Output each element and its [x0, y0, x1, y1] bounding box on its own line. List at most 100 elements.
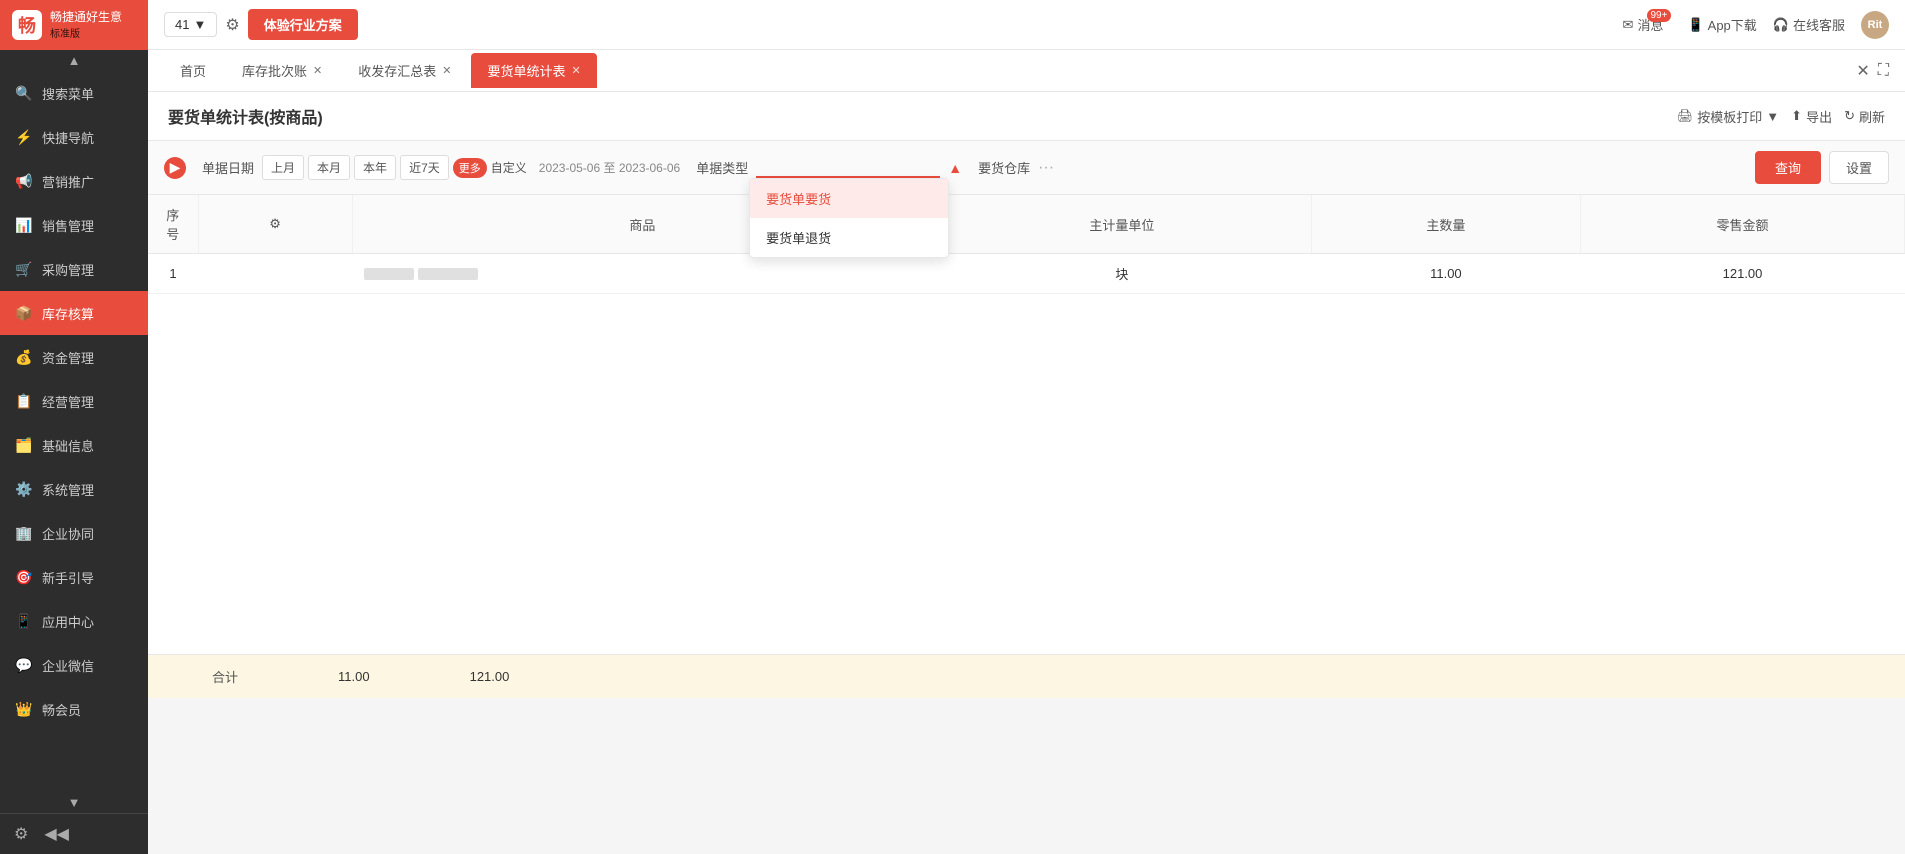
filter-date-custom[interactable]: 自定义 [491, 159, 527, 176]
collapse-icon[interactable]: ◀◀ [44, 824, 69, 844]
topbar-right: ✉ 消息 99+ 📱 App下载 🎧 在线客服 Rit [1623, 11, 1889, 39]
filter-date-this-year[interactable]: 本年 [354, 155, 396, 180]
page-actions: 🖨 按模板打印 ▼ ⬆ 导出 ↻ 刷新 [1677, 107, 1885, 126]
sidebar: 畅 畅捷通好生意 标准版 ▲ 🔍 搜索菜单 ⚡ 快捷导航 📢 营销推广 📊 销售… [0, 0, 148, 854]
store-selector[interactable]: 41 ▼ [164, 12, 217, 37]
page-title: 要货单统计表(按商品) [168, 104, 323, 128]
page-header: 要货单统计表(按商品) 🖨 按模板打印 ▼ ⬆ 导出 ↻ 刷新 [148, 92, 1905, 141]
sidebar-item-wechat[interactable]: 💬 企业微信 [0, 643, 148, 687]
topbar: 41 ▼ ⚙ 体验行业方案 ✉ 消息 99+ 📱 App下载 🎧 在线客服 Ri… [148, 0, 1905, 50]
sidebar-item-label: 采购管理 [42, 260, 94, 279]
table-row: 1 块 11.00 121.00 [148, 254, 1905, 294]
operations-icon: 📋 [14, 391, 34, 411]
headset-icon: 🎧 [1773, 17, 1789, 33]
user-avatar[interactable]: Rit [1861, 11, 1889, 39]
sidebar-item-app-center[interactable]: 📱 应用中心 [0, 599, 148, 643]
filter-date-group: 单据日期 上月 本月 本年 近7天 更多 自定义 2023-05-06 至 20… [202, 155, 680, 180]
sidebar-item-finance[interactable]: 💰 资金管理 [0, 335, 148, 379]
online-service-button[interactable]: 🎧 在线客服 [1773, 15, 1845, 34]
query-button[interactable]: 查询 [1755, 151, 1821, 184]
tab-batch-inventory-label: 库存批次账 [242, 61, 307, 80]
sidebar-item-base-info[interactable]: 🗂️ 基础信息 [0, 423, 148, 467]
sidebar-item-inventory[interactable]: 📦 库存核算 [0, 291, 148, 335]
settings-icon[interactable]: ⚙ [14, 824, 28, 844]
store-selector-arrow: ▼ [193, 17, 206, 32]
cell-quantity: 11.00 [1311, 254, 1580, 294]
filter-date-this-month[interactable]: 本月 [308, 155, 350, 180]
tab-batch-inventory-close[interactable]: ✕ [313, 64, 322, 77]
promo-button[interactable]: 体验行业方案 [248, 9, 358, 40]
tab-home-label: 首页 [180, 61, 206, 80]
col-settings[interactable]: ⚙ [198, 195, 352, 254]
tabbar: 首页 库存批次账 ✕ 收发存汇总表 ✕ 要货单统计表 ✕ ✕ ⛶ [148, 50, 1905, 92]
sidebar-item-system[interactable]: ⚙️ 系统管理 [0, 467, 148, 511]
empty-space [148, 294, 1905, 654]
sidebar-item-member[interactable]: 👑 畅会员 [0, 687, 148, 731]
filter-date-more-badge[interactable]: 更多 [453, 158, 487, 178]
tab-order-stats-label: 要货单统计表 [487, 61, 565, 80]
tab-batch-inventory[interactable]: 库存批次账 ✕ [226, 53, 338, 88]
member-icon: 👑 [14, 699, 34, 719]
tab-receivable-summary-close[interactable]: ✕ [442, 64, 451, 77]
placeholder-bar-1 [364, 268, 414, 280]
messages-button[interactable]: ✉ 消息 99+ [1623, 15, 1664, 34]
printer-icon: 🖨 [1677, 108, 1694, 124]
cell-seq: 1 [148, 254, 198, 294]
cell-product [352, 254, 932, 294]
type-dropdown: 要货单要货 要货单退货 [749, 178, 949, 258]
wechat-icon: 💬 [14, 655, 34, 675]
topbar-settings-icon[interactable]: ⚙ [225, 15, 239, 35]
sidebar-scroll-up[interactable]: ▲ [0, 50, 148, 71]
inventory-icon: 📦 [14, 303, 34, 323]
filter-bar: ▶ 单据日期 上月 本月 本年 近7天 更多 自定义 2023-05-06 至 … [148, 141, 1905, 195]
topbar-left: 41 ▼ ⚙ 体验行业方案 [164, 9, 1611, 40]
filter-expand-button[interactable]: ▶ [164, 157, 186, 179]
table-header-row: 序号 ⚙ 商品 主计量单位 主数量 零售金额 [148, 195, 1905, 254]
sidebar-item-marketing[interactable]: 📢 营销推广 [0, 159, 148, 203]
tab-order-stats-close[interactable]: ✕ [572, 64, 581, 77]
sidebar-menu: 🔍 搜索菜单 ⚡ 快捷导航 📢 营销推广 📊 销售管理 🛒 采购管理 📦 库存核… [0, 71, 148, 792]
sidebar-item-newbie[interactable]: 🎯 新手引导 [0, 555, 148, 599]
app-download-button[interactable]: 📱 App下载 [1687, 15, 1756, 34]
sidebar-item-operations[interactable]: 📋 经营管理 [0, 379, 148, 423]
sidebar-item-enterprise[interactable]: 🏢 企业协同 [0, 511, 148, 555]
sidebar-scroll-down[interactable]: ▼ [0, 792, 148, 813]
print-template-button[interactable]: 🖨 按模板打印 ▼ [1677, 107, 1779, 126]
tab-home[interactable]: 首页 [164, 53, 222, 88]
logo-subtitle: 标准版 [50, 25, 122, 40]
sidebar-item-label: 经营管理 [42, 392, 94, 411]
logo-text: 畅捷通好生意 标准版 [50, 10, 122, 41]
sidebar-item-purchase[interactable]: 🛒 采购管理 [0, 247, 148, 291]
app-center-icon: 📱 [14, 611, 34, 631]
phone-icon: 📱 [1687, 17, 1703, 33]
dropdown-item-order-return[interactable]: 要货单退货 [750, 218, 948, 257]
refresh-button[interactable]: ↻ 刷新 [1844, 107, 1885, 126]
sidebar-item-label: 销售管理 [42, 216, 94, 235]
message-badge: 99+ [1647, 9, 1672, 22]
filter-settings-button[interactable]: 设置 [1829, 151, 1889, 184]
marketing-icon: 📢 [14, 171, 34, 191]
filter-type-arrow[interactable]: ▲ [948, 160, 962, 176]
refresh-label: 刷新 [1859, 107, 1885, 126]
sidebar-item-label: 基础信息 [42, 436, 94, 455]
filter-date-range: 2023-05-06 至 2023-06-06 [539, 159, 680, 176]
tab-order-stats[interactable]: 要货单统计表 ✕ [471, 53, 596, 88]
filter-warehouse-more-icon[interactable]: ··· [1038, 159, 1054, 177]
filter-date-last-month[interactable]: 上月 [262, 155, 304, 180]
export-button[interactable]: ⬆ 导出 [1791, 107, 1832, 126]
sidebar-item-sales[interactable]: 📊 销售管理 [0, 203, 148, 247]
sidebar-item-search[interactable]: 🔍 搜索菜单 [0, 71, 148, 115]
sidebar-logo: 畅 畅捷通好生意 标准版 [0, 0, 148, 50]
dropdown-item-order-goods[interactable]: 要货单要货 [750, 179, 948, 218]
purchase-icon: 🛒 [14, 259, 34, 279]
product-placeholder [364, 268, 920, 280]
sidebar-item-quick-nav[interactable]: ⚡ 快捷导航 [0, 115, 148, 159]
tab-receivable-summary[interactable]: 收发存汇总表 ✕ [342, 53, 467, 88]
filter-date-7days[interactable]: 近7天 [400, 155, 449, 180]
filter-type-input[interactable] [756, 157, 940, 178]
sidebar-item-label: 资金管理 [42, 348, 94, 367]
tabbar-close-button[interactable]: ✕ [1856, 61, 1869, 81]
summary-amount: 121.00 [470, 669, 510, 684]
cell-amount: 121.00 [1581, 254, 1905, 294]
tabbar-expand-button[interactable]: ⛶ [1878, 61, 1889, 81]
